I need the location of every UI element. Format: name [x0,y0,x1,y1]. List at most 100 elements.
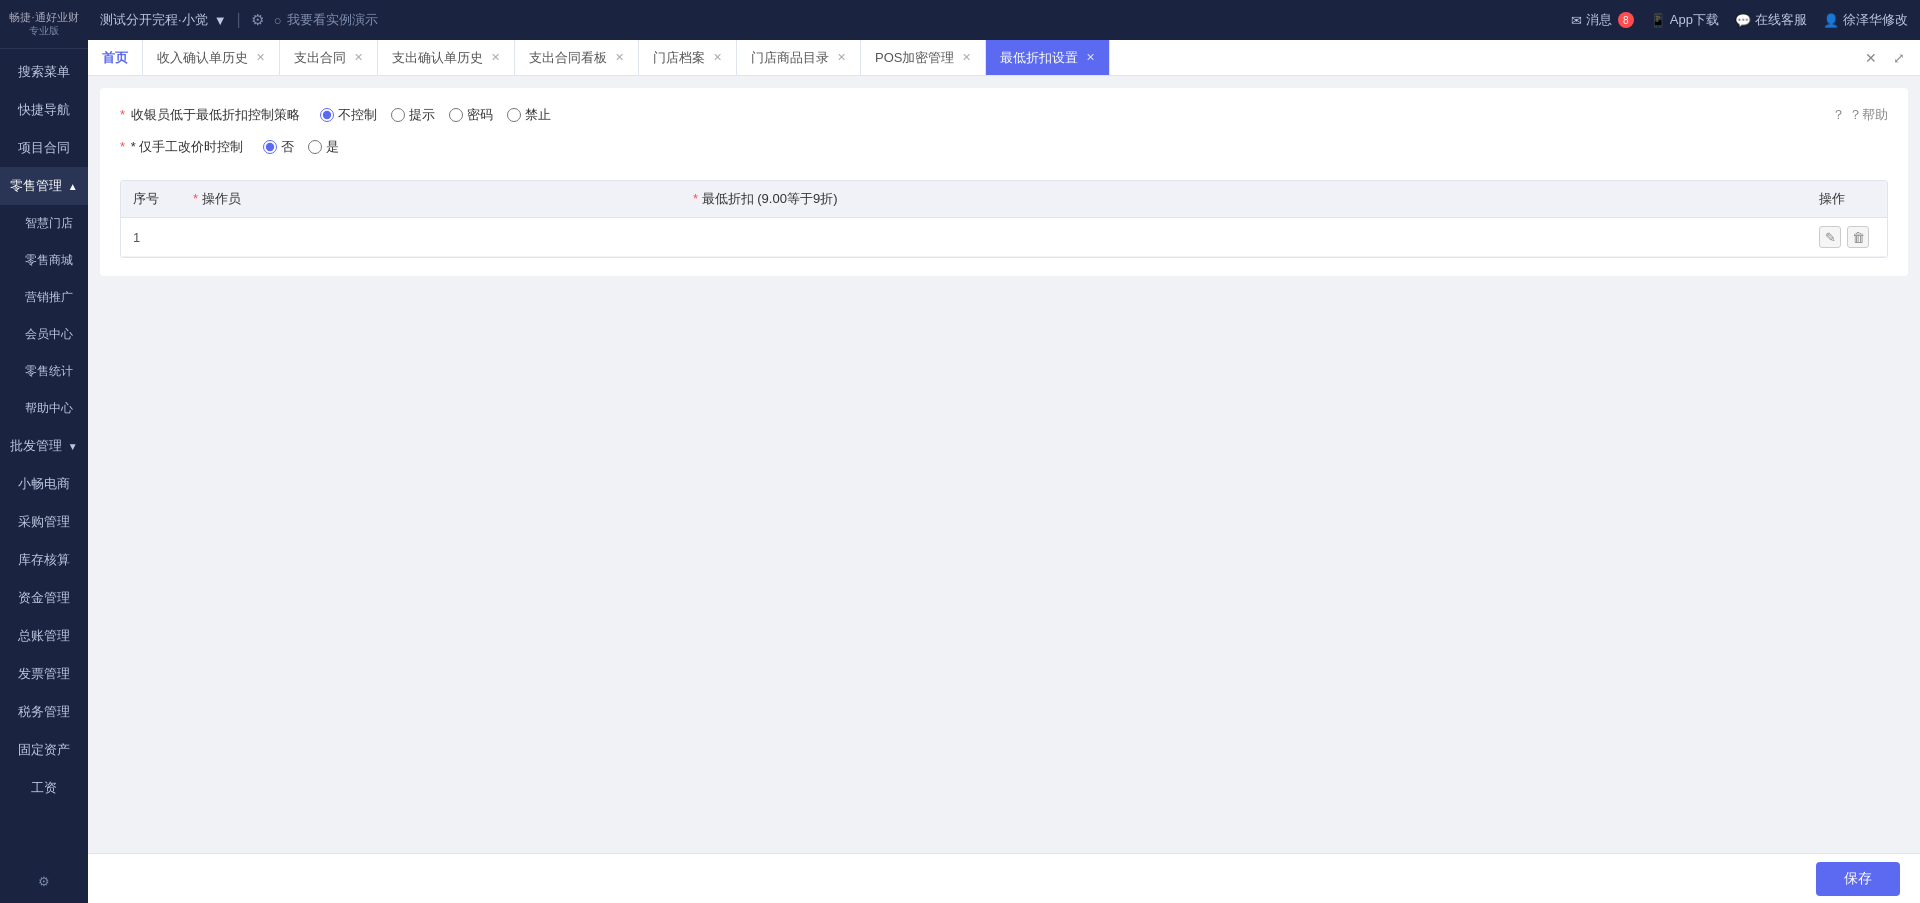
sidebar-item-fixed-asset[interactable]: 固定资产 [0,731,88,769]
tab-payment-contract-label: 支出合同 [294,49,346,67]
sidebar-item-member[interactable]: 会员中心 [0,316,88,353]
sidebar-item-inventory[interactable]: 库存核算 [0,541,88,579]
download-icon: 📱 [1650,13,1666,28]
sidebar-item-label-retail-mall: 零售商城 [25,253,73,267]
table-header-row: 序号 操作员 最低折扣 (9.00等于9折) 操作 [121,181,1887,218]
sidebar-item-invoice[interactable]: 发票管理 [0,655,88,693]
close-icon-payment-board[interactable]: ✕ [615,51,624,64]
tab-payment-confirm-label: 支出确认单历史 [392,49,483,67]
col-operator-label: 操作员 [202,191,241,206]
manual-form-row: * * 仅手工改价时控制 否 是 [120,138,1888,156]
app-logo-sub: 专业版 [5,24,83,38]
sidebar-item-tax[interactable]: 税务管理 [0,693,88,731]
sidebar-item-capital[interactable]: 资金管理 [0,579,88,617]
settings-gear-button[interactable]: ⚙ [0,860,88,903]
sidebar-item-shortcut[interactable]: 快捷导航 [0,91,88,129]
radio-remind-input[interactable] [391,108,405,122]
sidebar-item-purchase[interactable]: 采购管理 [0,503,88,541]
sidebar-item-ledger[interactable]: 总账管理 [0,617,88,655]
close-all-tabs-button[interactable]: ✕ [1858,47,1884,69]
demo-link[interactable]: ○ 我要看实例演示 [274,11,378,29]
tab-payment-contract[interactable]: 支出合同 ✕ [280,40,378,76]
settings-card: * 收银员低于最低折扣控制策略 不控制 提示 [100,88,1908,276]
sidebar-item-label-wholesale: 批发管理 [10,438,62,453]
sidebar-item-retail[interactable]: 零售管理 ▲ [0,167,88,205]
sidebar: 畅捷·通好业财 专业版 搜索菜单 快捷导航 项目合同 零售管理 ▲ 智慧门店 零… [0,0,88,903]
message-badge: 8 [1618,12,1634,28]
cell-operator[interactable] [181,218,681,257]
app-download-button[interactable]: 📱 App下载 [1650,11,1719,29]
radio-manual-yes-input[interactable] [308,140,322,154]
discount-table-wrapper: 序号 操作员 最低折扣 (9.00等于9折) 操作 [120,180,1888,258]
save-button[interactable]: 保存 [1816,862,1900,896]
tab-pos-pwd[interactable]: POS加密管理 ✕ [861,40,986,76]
tab-min-discount[interactable]: 最低折扣设置 ✕ [986,40,1110,76]
sidebar-item-label-project: 项目合同 [18,140,70,155]
message-icon: ✉ [1571,13,1582,28]
tab-store-file-label: 门店档案 [653,49,705,67]
message-button[interactable]: ✉ 消息 8 [1571,11,1634,29]
sidebar-item-marketing[interactable]: 营销推广 [0,279,88,316]
policy-label: * 收银员低于最低折扣控制策略 [120,106,300,124]
close-icon-income-confirm[interactable]: ✕ [256,51,265,64]
sidebar-item-project[interactable]: 项目合同 [0,129,88,167]
radio-remind[interactable]: 提示 [391,106,435,124]
sidebar-item-label-purchase: 采购管理 [18,514,70,529]
sidebar-item-label-ledger: 总账管理 [18,628,70,643]
radio-no-control-input[interactable] [320,108,334,122]
sidebar-item-ecommerce[interactable]: 小畅电商 [0,465,88,503]
sidebar-item-label-marketing: 营销推广 [25,290,73,304]
radio-manual-no[interactable]: 否 [263,138,294,156]
required-star-manual: * [120,139,125,154]
sidebar-item-retail-stat[interactable]: 零售统计 [0,353,88,390]
settings-icon[interactable]: ⚙ [251,11,264,29]
close-icon-payment-confirm[interactable]: ✕ [491,51,500,64]
edit-row-button[interactable]: ✎ [1819,226,1841,248]
radio-manual-no-input[interactable] [263,140,277,154]
close-icon-store-products[interactable]: ✕ [837,51,846,64]
close-icon-payment-contract[interactable]: ✕ [354,51,363,64]
bottom-bar: 保存 [88,853,1920,903]
radio-no-control[interactable]: 不控制 [320,106,377,124]
manual-label-text: * 仅手工改价时控制 [131,139,244,154]
close-icon-min-discount[interactable]: ✕ [1086,51,1095,64]
help-button[interactable]: ？ ？帮助 [1832,106,1888,124]
sidebar-item-label-search: 搜索菜单 [18,64,70,79]
help-label: ？帮助 [1849,107,1888,122]
radio-manual-yes[interactable]: 是 [308,138,339,156]
sidebar-item-help[interactable]: 帮助中心 [0,390,88,427]
sidebar-logo: 畅捷·通好业财 专业版 [0,0,88,49]
sidebar-item-retail-mall[interactable]: 零售商城 [0,242,88,279]
project-selector[interactable]: 测试分开完程·小觉 ▼ [100,11,227,29]
radio-password-input[interactable] [449,108,463,122]
sidebar-item-salary[interactable]: 工资 [0,769,88,807]
close-icon-store-file[interactable]: ✕ [713,51,722,64]
sidebar-item-wholesale[interactable]: 批发管理 ▼ [0,427,88,465]
tab-income-confirm-label: 收入确认单历史 [157,49,248,67]
expand-tabs-button[interactable]: ⤢ [1886,47,1912,69]
tab-store-products[interactable]: 门店商品目录 ✕ [737,40,861,76]
tab-income-confirm[interactable]: 收入确认单历史 ✕ [143,40,280,76]
radio-manual-yes-label: 是 [326,138,339,156]
tab-payment-board[interactable]: 支出合同看板 ✕ [515,40,639,76]
app-download-label: App下载 [1670,11,1719,29]
table-row: 1 ✎ 🗑 [121,218,1887,257]
delete-row-button[interactable]: 🗑 [1847,226,1869,248]
cell-seq: 1 [121,218,181,257]
radio-forbid-input[interactable] [507,108,521,122]
message-label: 消息 [1586,11,1612,29]
sidebar-item-smart-store[interactable]: 智慧门店 [0,205,88,242]
tab-payment-confirm[interactable]: 支出确认单历史 ✕ [378,40,515,76]
tab-store-file[interactable]: 门店档案 ✕ [639,40,737,76]
online-service-label: 在线客服 [1755,11,1807,29]
radio-forbid[interactable]: 禁止 [507,106,551,124]
close-icon-pos-pwd[interactable]: ✕ [962,51,971,64]
project-name: 测试分开完程·小觉 [100,11,208,29]
cell-discount[interactable] [681,218,1807,257]
online-service-button[interactable]: 💬 在线客服 [1735,11,1807,29]
radio-password[interactable]: 密码 [449,106,493,124]
sidebar-item-search[interactable]: 搜索菜单 [0,53,88,91]
tab-home[interactable]: 首页 [88,40,143,76]
user-button[interactable]: 👤 徐泽华修改 [1823,11,1908,29]
radio-remind-label: 提示 [409,106,435,124]
